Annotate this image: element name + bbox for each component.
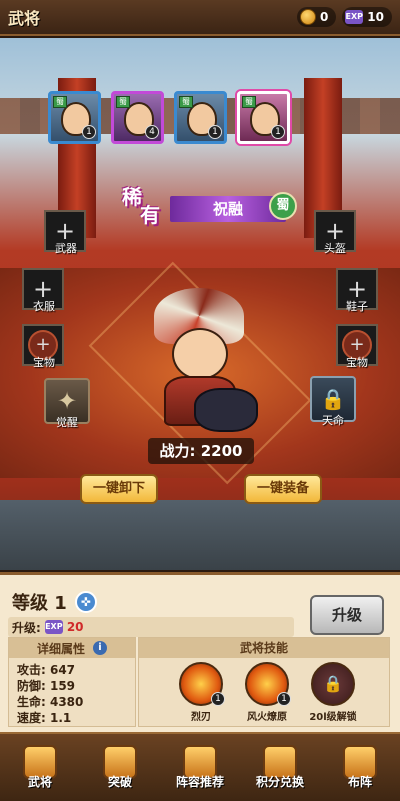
roster-portrait-selected[interactable]: 蜀 1 [237,91,290,144]
upgrade-cost: 20 [66,620,84,634]
faction-flag: 蜀 [242,96,256,108]
nav-label: 布阵 [347,775,372,789]
unequip-all-button[interactable]: 一键卸下 [80,474,158,504]
panther-mount [194,388,258,432]
flame-blade-icon: 1 [179,662,225,706]
portrait-level: 1 [82,125,96,139]
exp-value: 10 [367,10,384,24]
info-icon[interactable]: i [93,641,107,655]
nav-lineup[interactable]: 阵容推荐 [168,745,232,790]
fire-wind-icon: 1 [245,662,291,706]
hero-roster: 蜀 1 蜀 4 蜀 1 蜀 1 [48,91,290,144]
skill-name: 20l级解锁 [309,712,357,723]
skill-level: 1 [211,692,225,706]
faction-flag: 蜀 [179,96,193,108]
exp-icon: EXP [345,10,364,24]
nav-formation[interactable]: 布阵 [328,745,392,790]
roster-portrait[interactable]: 蜀 4 [111,91,164,144]
coin-icon [299,9,316,25]
clothes-label: 衣服 [33,300,55,313]
lock-icon: 🔒 [320,387,346,411]
hero-name-bar: 稀有 祝融 蜀 [122,185,302,232]
skills-header: 武将技能 [139,638,389,658]
equip-all-button[interactable]: 一键装备 [244,474,322,504]
skills-box: 武将技能 1 烈刃 1 风火燎原 🔒 20l级解锁 [138,637,390,727]
hero-level: 等级 1 [12,593,67,614]
battle-power: 战力: 2200 [148,438,254,464]
top-bar: 武将 0 EXP 10 [0,0,400,36]
compass-star-icon: ✦ [56,387,78,415]
ground [0,500,400,570]
skill-name: 风火燎原 [247,712,287,723]
nav-label: 武将 [27,775,52,789]
bottom-nav: 武将 突破 阵容推荐 积分兑换 布阵 [0,732,400,801]
nav-points-exchange[interactable]: 积分兑换 [248,745,312,790]
hero-scene: 蜀 1 蜀 4 蜀 1 蜀 1 稀有 祝融 蜀 + 武器 + 衣服 + 宝物 ✦… [0,38,400,570]
upgrade-button[interactable]: 升级 [310,595,384,635]
portrait-level: 1 [208,125,222,139]
upgrade-cost-row: 升级: EXP 20 [8,617,294,637]
exp-counter[interactable]: EXP 10 [342,7,392,27]
hero-figure [140,288,260,438]
skill-item-locked[interactable]: 🔒 20l级解锁 [301,662,365,723]
compass-icon[interactable]: ✜ [74,591,97,613]
weapon-label: 武器 [55,242,77,255]
nav-label: 突破 [107,775,132,789]
shoes-label: 鞋子 [346,300,368,313]
hero-head [172,328,228,380]
attr-defense: 防御: 159 [17,679,76,693]
nav-breakthrough[interactable]: 突破 [88,745,152,790]
roster-portrait[interactable]: 蜀 1 [174,91,227,144]
skill-item[interactable]: 1 风火燎原 [235,662,299,723]
fate-label: 天命 [322,414,344,427]
helmet-label: 头盔 [324,242,346,255]
attr-hp: 生命: 4380 [17,695,84,709]
exp-icon: EXP [44,620,63,634]
skill-level: 1 [277,692,291,706]
locked-skill-icon: 🔒 [311,662,355,706]
skill-item[interactable]: 1 烈刃 [169,662,233,723]
attributes-header: 详细属性 [36,641,85,656]
rarity-label: 稀有 [122,185,160,227]
portrait-level: 1 [271,125,285,139]
portrait-level: 4 [145,125,159,139]
hero-info-panel: 等级 1 ✜ 升级: EXP 20 升级 详细属性 i 攻击: 647 防御: … [0,572,400,732]
upgrade-label: 升级: [12,620,41,635]
attr-speed: 速度: 1.1 [17,711,72,725]
lock-icon: 🔒 [323,674,343,693]
faction-badge: 蜀 [269,192,297,220]
awaken-label: 觉醒 [56,416,78,429]
coin-value: 0 [319,10,329,24]
faction-flag: 蜀 [53,96,67,108]
treasure-label-left: 宝物 [33,356,55,369]
coin-counter[interactable]: 0 [296,7,337,27]
roster-portrait[interactable]: 蜀 1 [48,91,101,144]
nav-label: 积分兑换 [255,775,304,789]
attributes-box: 详细属性 i 攻击: 647 防御: 159 生命: 4380 速度: 1.1 [8,637,136,727]
nav-label: 阵容推荐 [175,775,224,789]
faction-flag: 蜀 [116,96,130,108]
skill-name: 烈刃 [191,712,211,723]
page-title: 武将 [8,9,41,28]
treasure-label-right: 宝物 [346,356,368,369]
nav-hero[interactable]: 武将 [8,745,72,790]
attr-attack: 攻击: 647 [17,663,76,677]
